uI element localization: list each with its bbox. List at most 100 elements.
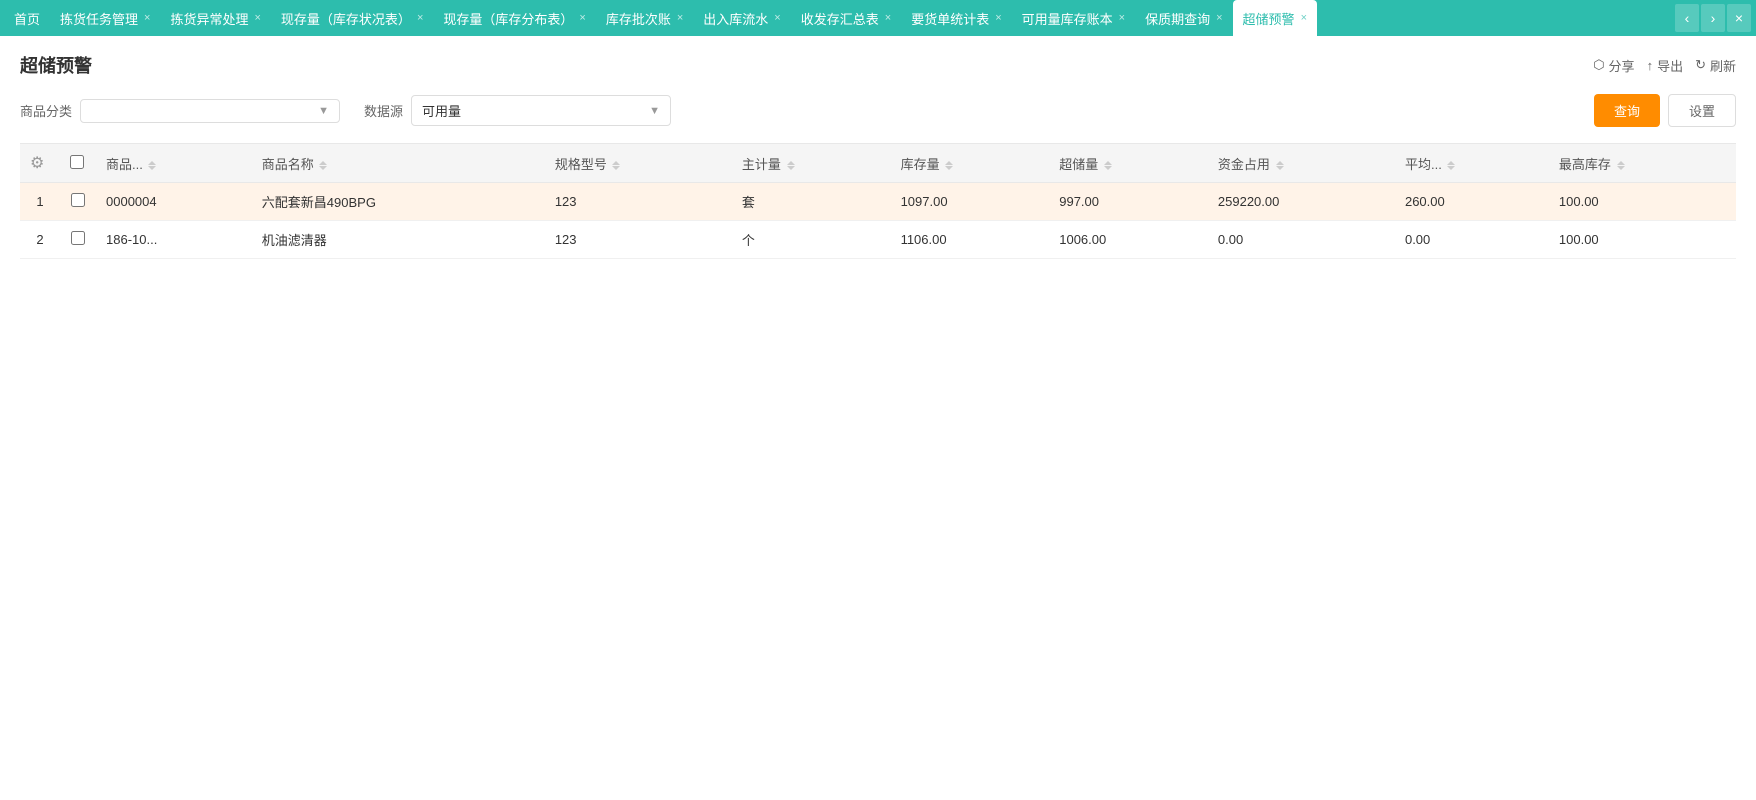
nav-close-1[interactable]: × [144,12,150,24]
nav-item-7[interactable]: 收发存汇总表 × [791,0,901,36]
col-name-sort-icon [319,161,327,170]
nav-prev-button[interactable]: ‹ [1675,4,1699,32]
category-select[interactable]: ▼ [80,99,340,123]
nav-close-4[interactable]: × [579,12,585,24]
header-actions: ⬡ 分享 ↑ 导出 ↻ 刷新 [1593,56,1736,75]
nav-close-2[interactable]: × [254,12,260,24]
filter-bar: 商品分类 ▼ 数据源 可用量 ▼ 查询 设置 [20,94,1736,127]
nav-label-2: 拣货异常处理 [170,9,248,28]
nav-close-10[interactable]: × [1216,12,1222,24]
col-stock[interactable]: 库存量 [891,144,1050,183]
nav-close-5[interactable]: × [677,12,683,24]
col-over-label: 超储量 [1059,157,1098,172]
col-capital-sort-icon [1276,161,1284,170]
nav-label-4: 现存量（库存分布表） [443,9,573,28]
datasource-label: 数据源 [364,101,403,120]
nav-label-8: 要货单统计表 [911,9,989,28]
col-max[interactable]: 最高库存 [1549,144,1736,183]
col-capital[interactable]: 资金占用 [1208,144,1395,183]
nav-item-9[interactable]: 可用量库存账本 × [1012,0,1135,36]
nav-item-6[interactable]: 出入库流水 × [693,0,790,36]
row-stock: 1097.00 [891,183,1050,221]
col-spec[interactable]: 规格型号 [545,144,732,183]
category-label: 商品分类 [20,101,72,120]
nav-label-6: 出入库流水 [703,9,768,28]
row-checkbox[interactable] [71,231,85,245]
share-icon: ⬡ [1593,57,1604,73]
nav-item-5[interactable]: 库存批次账 × [596,0,693,36]
query-button[interactable]: 查询 [1594,94,1660,127]
nav-more-button[interactable]: × [1727,4,1751,32]
nav-label-active: 超储预警 [1243,9,1295,28]
table-row: 1 0000004 六配套新昌490BPG 123 套 1097.00 997.… [20,183,1736,221]
nav-close-active[interactable]: × [1301,12,1307,24]
checkbox-header[interactable] [60,144,96,183]
col-name[interactable]: 商品名称 [252,144,545,183]
select-all-checkbox[interactable] [70,155,84,169]
row-avg: 260.00 [1395,183,1549,221]
export-label: 导出 [1657,56,1683,75]
page-header: 超储预警 ⬡ 分享 ↑ 导出 ↻ 刷新 [20,52,1736,78]
nav-item-active[interactable]: 超储预警 × [1233,0,1317,36]
setting-button[interactable]: 设置 [1668,94,1736,127]
nav-bar: 首页 拣货任务管理 × 拣货异常处理 × 现存量（库存状况表） × 现存量（库存… [0,0,1756,36]
nav-close-3[interactable]: × [417,12,423,24]
col-avg-sort-icon [1447,161,1455,170]
datasource-filter: 数据源 可用量 ▼ [364,95,671,126]
page-title: 超储预警 [20,52,92,78]
nav-label-9: 可用量库存账本 [1022,9,1113,28]
nav-close-9[interactable]: × [1119,12,1125,24]
nav-label-5: 库存批次账 [606,9,671,28]
col-capital-label: 资金占用 [1218,157,1270,172]
nav-item-8[interactable]: 要货单统计表 × [901,0,1011,36]
row-stock: 1106.00 [891,221,1050,259]
row-max: 100.00 [1549,221,1736,259]
row-spec: 123 [545,183,732,221]
col-unit-label: 主计量 [742,157,781,172]
table-header-row: ⚙ 商品... 商品名称 规格型号 [20,144,1736,183]
gear-header[interactable]: ⚙ [20,144,60,183]
col-spec-sort-icon [612,161,620,170]
export-button[interactable]: ↑ 导出 [1647,56,1684,75]
main-content: 超储预警 ⬡ 分享 ↑ 导出 ↻ 刷新 商品分类 ▼ 数据源 [0,36,1756,800]
datasource-select[interactable]: 可用量 ▼ [411,95,671,126]
row-name: 六配套新昌490BPG [252,183,545,221]
datasource-value: 可用量 [422,101,461,120]
row-name: 机油滤清器 [252,221,545,259]
nav-close-7[interactable]: × [885,12,891,24]
row-checkbox-cell[interactable] [60,221,96,259]
col-unit[interactable]: 主计量 [732,144,891,183]
col-max-sort-icon [1617,161,1625,170]
col-spec-label: 规格型号 [555,157,607,172]
data-table: ⚙ 商品... 商品名称 规格型号 [20,143,1736,259]
col-stock-sort-icon [945,161,953,170]
row-capital: 0.00 [1208,221,1395,259]
share-label: 分享 [1609,56,1635,75]
nav-item-1[interactable]: 拣货任务管理 × [50,0,160,36]
row-code: 186-10... [96,221,252,259]
col-over[interactable]: 超储量 [1049,144,1208,183]
nav-close-8[interactable]: × [995,12,1001,24]
nav-arrows: ‹ › × [1674,4,1752,32]
col-stock-label: 库存量 [901,157,940,172]
datasource-dropdown-icon: ▼ [649,105,660,117]
nav-close-6[interactable]: × [774,12,780,24]
col-code[interactable]: 商品... [96,144,252,183]
nav-label-7: 收发存汇总表 [801,9,879,28]
col-unit-sort-icon [787,161,795,170]
nav-item-2[interactable]: 拣货异常处理 × [160,0,270,36]
nav-item-10[interactable]: 保质期查询 × [1135,0,1232,36]
refresh-button[interactable]: ↻ 刷新 [1695,56,1736,75]
row-max: 100.00 [1549,183,1736,221]
col-avg[interactable]: 平均... [1395,144,1549,183]
nav-item-4[interactable]: 现存量（库存分布表） × [433,0,595,36]
nav-item-home[interactable]: 首页 [4,0,50,36]
nav-next-button[interactable]: › [1701,4,1725,32]
share-button[interactable]: ⬡ 分享 [1593,56,1634,75]
category-filter: 商品分类 ▼ [20,99,340,123]
filter-buttons: 查询 设置 [1594,94,1736,127]
row-checkbox[interactable] [71,193,85,207]
gear-icon[interactable]: ⚙ [30,155,44,172]
row-checkbox-cell[interactable] [60,183,96,221]
nav-item-3[interactable]: 现存量（库存状况表） × [271,0,433,36]
